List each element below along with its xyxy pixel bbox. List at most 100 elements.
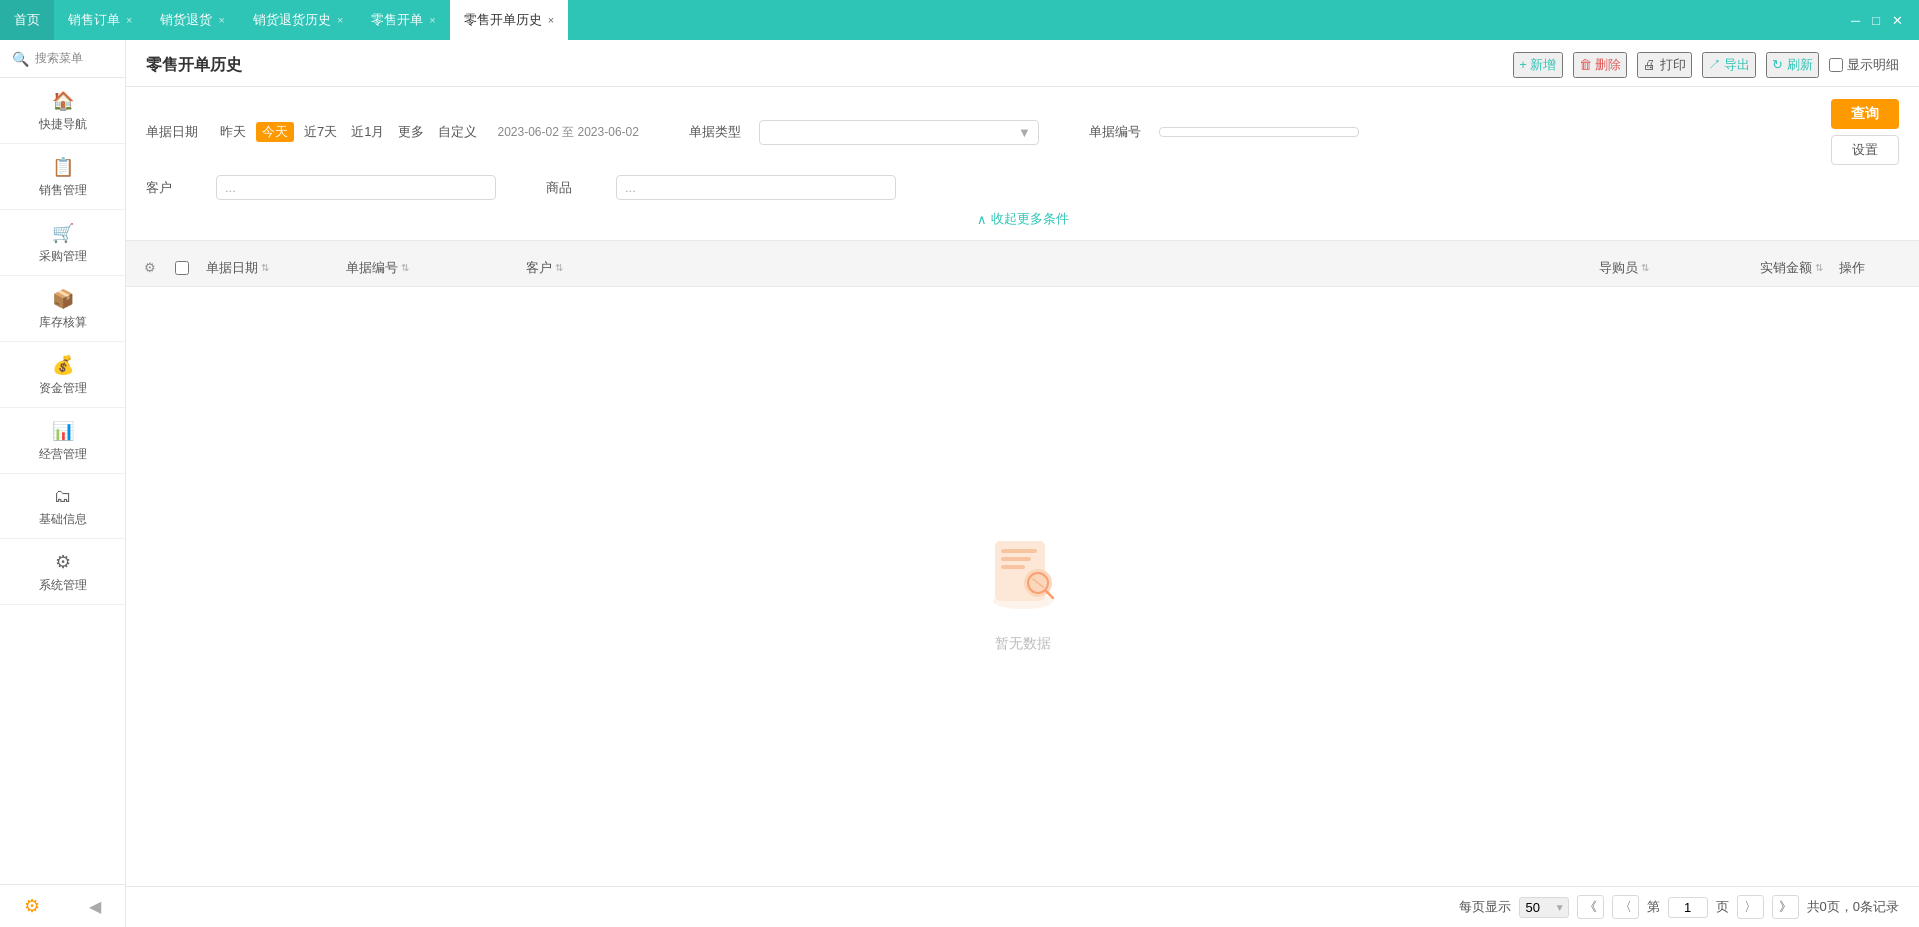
empty-text: 暂无数据: [995, 635, 1051, 653]
date-option-昨天[interactable]: 昨天: [216, 122, 250, 142]
sidebar-label-finance: 资金管理: [39, 380, 87, 397]
select-all-checkbox[interactable]: [166, 261, 198, 275]
empty-state: 暂无数据: [126, 287, 1919, 886]
sort-date-icon[interactable]: ⇅: [261, 262, 269, 273]
sidebar-icon-sales-mgmt: 📋: [52, 156, 74, 178]
sort-num-icon[interactable]: ⇅: [401, 262, 409, 273]
col-num-label: 单据编号: [346, 259, 398, 277]
sidebar-icon-basic-info: 🗂: [54, 486, 72, 507]
col-op-label: 操作: [1839, 259, 1865, 277]
col-customer-label: 客户: [526, 259, 552, 277]
page-word: 第: [1647, 898, 1660, 916]
tab-close-retail-open-history[interactable]: ×: [548, 14, 554, 26]
nav-tab-retail-open-history[interactable]: 零售开单历史×: [450, 0, 568, 40]
sidebar-items: 🏠 快捷导航 📋 销售管理 🛒 采购管理 📦 库存核算 💰 资金管理 📊 经营管…: [0, 78, 125, 605]
customer-input[interactable]: ...: [216, 175, 496, 200]
sidebar-item-operations[interactable]: 📊 经营管理: [0, 408, 125, 474]
sidebar-item-inventory[interactable]: 📦 库存核算: [0, 276, 125, 342]
sidebar-label-operations: 经营管理: [39, 446, 87, 463]
minimize-icon[interactable]: ─: [1851, 13, 1860, 28]
main-layout: 🔍 搜索菜单 🏠 快捷导航 📋 销售管理 🛒 采购管理 📦 库存核算 💰 资金管…: [0, 40, 1919, 927]
nav-tab-sales-return[interactable]: 销货退货×: [146, 0, 238, 40]
page-size-select[interactable]: 50 10 20 100: [1519, 897, 1569, 918]
delete-button[interactable]: 🗑 删除: [1573, 52, 1628, 78]
refresh-button[interactable]: ↻ 刷新: [1766, 52, 1819, 78]
nav-tab-retail-open[interactable]: 零售开单×: [357, 0, 449, 40]
search-icon: 🔍: [12, 51, 29, 67]
next-page-button[interactable]: 〉: [1737, 895, 1764, 919]
sort-guide-icon[interactable]: ⇅: [1641, 262, 1649, 273]
nav-tab-sales-return-history[interactable]: 销货退货历史×: [239, 0, 357, 40]
collapse-label: 收起更多条件: [991, 210, 1069, 228]
show-detail-input[interactable]: [1829, 58, 1843, 72]
page-number-input[interactable]: [1668, 897, 1708, 918]
sidebar-search[interactable]: 🔍 搜索菜单: [0, 40, 125, 78]
sidebar-icon-inventory: 📦: [52, 288, 74, 310]
export-button[interactable]: ↗ 导出: [1702, 52, 1757, 78]
sidebar-item-quick-nav[interactable]: 🏠 快捷导航: [0, 78, 125, 144]
window-controls: ─ □ ✕: [1851, 13, 1919, 28]
bill-type-label: 单据类型: [689, 123, 749, 141]
close-icon[interactable]: ✕: [1892, 13, 1903, 28]
svg-rect-2: [1001, 549, 1037, 553]
last-page-button[interactable]: 》: [1772, 895, 1799, 919]
query-button[interactable]: 查询: [1831, 99, 1899, 129]
col-header-amount: 实销金额 ⇅: [1711, 259, 1831, 277]
sort-amount-icon[interactable]: ⇅: [1815, 262, 1823, 273]
tab-close-retail-open[interactable]: ×: [429, 14, 435, 26]
customer-dots: ...: [225, 180, 236, 195]
page-header: 零售开单历史 + 新增 🗑 删除 🖨 打印 ↗ 导出 ↻ 刷新 显示明细: [126, 40, 1919, 87]
column-settings-icon[interactable]: ⚙: [134, 260, 166, 275]
sidebar-label-purchase-mgmt: 采购管理: [39, 248, 87, 265]
sidebar-label-inventory: 库存核算: [39, 314, 87, 331]
show-detail-label: 显示明细: [1847, 56, 1899, 74]
pagination-bar: 每页显示 50 10 20 100 ▼ 《 〈 第 页 〉 》 共0页，0条记录: [126, 886, 1919, 927]
settings-icon[interactable]: ⚙: [24, 895, 40, 917]
sidebar-icon-operations: 📊: [52, 420, 74, 442]
bill-num-input[interactable]: [1159, 127, 1359, 137]
sidebar-item-finance[interactable]: 💰 资金管理: [0, 342, 125, 408]
goods-label: 商品: [546, 179, 606, 197]
show-detail-checkbox[interactable]: 显示明细: [1829, 56, 1899, 74]
add-button[interactable]: + 新增: [1513, 52, 1562, 78]
per-page-label: 每页显示: [1459, 898, 1511, 916]
tab-close-sales-return[interactable]: ×: [218, 14, 224, 26]
select-all-input[interactable]: [175, 261, 189, 275]
date-option-今天[interactable]: 今天: [256, 122, 294, 142]
nav-tab-home[interactable]: 首页: [0, 0, 54, 40]
sidebar-icon-finance: 💰: [52, 354, 74, 376]
filter-row-1: 单据日期 昨天今天近7天近1月更多自定义 2023-06-02 至 2023-0…: [146, 99, 1899, 165]
col-guide-label: 导购员: [1599, 259, 1638, 277]
nav-tab-sales-order[interactable]: 销售订单×: [54, 0, 146, 40]
setting-button[interactable]: 设置: [1831, 135, 1899, 165]
sidebar-item-sys-mgmt[interactable]: ⚙ 系统管理: [0, 539, 125, 605]
first-page-button[interactable]: 《: [1577, 895, 1604, 919]
collapse-button[interactable]: ∧ 收起更多条件: [146, 210, 1899, 228]
goods-input[interactable]: ...: [616, 175, 896, 200]
sidebar-item-sales-mgmt[interactable]: 📋 销售管理: [0, 144, 125, 210]
sidebar-item-purchase-mgmt[interactable]: 🛒 采购管理: [0, 210, 125, 276]
date-option-更多[interactable]: 更多: [394, 122, 428, 142]
sidebar-item-basic-info[interactable]: 🗂 基础信息: [0, 474, 125, 539]
maximize-icon[interactable]: □: [1872, 13, 1880, 28]
col-amount-label: 实销金额: [1760, 259, 1812, 277]
sidebar-icon-purchase-mgmt: 🛒: [52, 222, 74, 244]
sidebar: 🔍 搜索菜单 🏠 快捷导航 📋 销售管理 🛒 采购管理 📦 库存核算 💰 资金管…: [0, 40, 126, 927]
prev-page-button[interactable]: 〈: [1612, 895, 1639, 919]
tab-close-sales-order[interactable]: ×: [126, 14, 132, 26]
top-nav-bar: 首页销售订单×销货退货×销货退货历史×零售开单×零售开单历史× ─ □ ✕: [0, 0, 1919, 40]
collapse-up-icon: ∧: [977, 212, 987, 227]
tab-close-sales-return-history[interactable]: ×: [337, 14, 343, 26]
page-unit: 页: [1716, 898, 1729, 916]
bill-type-select[interactable]: [759, 120, 1039, 145]
date-option-近1月[interactable]: 近1月: [347, 122, 388, 142]
date-option-自定义[interactable]: 自定义: [434, 122, 481, 142]
filter-row-2: 客户 ... 商品 ...: [146, 175, 1899, 200]
sort-customer-icon[interactable]: ⇅: [555, 262, 563, 273]
collapse-icon[interactable]: ◀: [89, 897, 101, 916]
date-options: 昨天今天近7天近1月更多自定义: [216, 122, 481, 142]
date-option-近7天[interactable]: 近7天: [300, 122, 341, 142]
col-header-guide: 导购员 ⇅: [1591, 259, 1711, 277]
search-menu-label: 搜索菜单: [35, 50, 83, 67]
print-button[interactable]: 🖨 打印: [1637, 52, 1692, 78]
